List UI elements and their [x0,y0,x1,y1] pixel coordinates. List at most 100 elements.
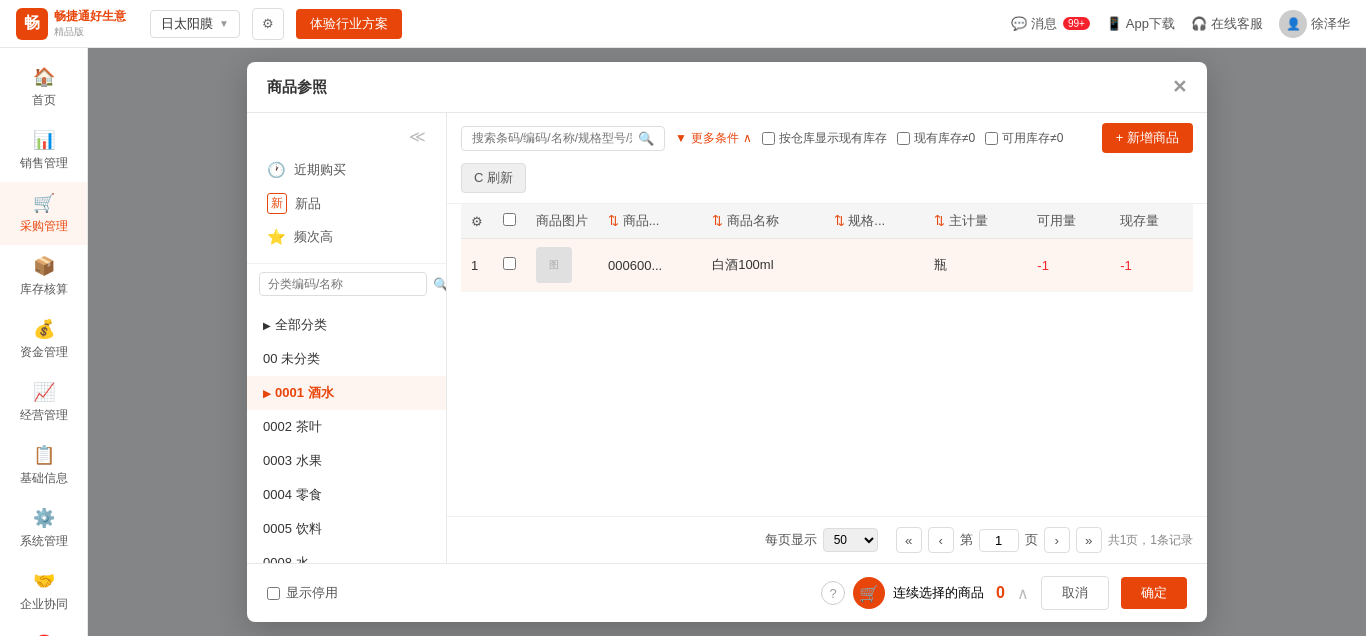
modal-close-button[interactable]: ✕ [1172,76,1187,98]
th-product-name[interactable]: ⇅ 商品名称 [702,204,824,239]
th-settings[interactable]: ⚙ [461,204,493,239]
gear-button[interactable]: ⚙ [252,8,284,40]
cancel-button[interactable]: 取消 [1041,576,1109,610]
th-available[interactable]: 可用量 [1027,204,1110,239]
cell-num: 1 [461,239,493,292]
cb-show-by-warehouse[interactable]: 按仓库显示现有库存 [762,130,887,147]
category-item-beverage[interactable]: 0005 饮料 [247,512,446,546]
table-row[interactable]: 1 图 000600... 白酒100ml [461,239,1193,292]
cb-available-not-zero[interactable]: 可用库存≠0 [985,130,1063,147]
experience-button[interactable]: 体验行业方案 [296,9,402,39]
show-disabled-label[interactable]: 显示停用 [267,584,338,602]
page-number-input[interactable] [979,529,1019,552]
cb-stock-not-zero-input[interactable] [897,132,910,145]
category-item-fruit[interactable]: 0003 水果 [247,444,446,478]
row-checkbox[interactable] [503,257,516,270]
confirm-button[interactable]: 确定 [1121,577,1187,609]
toolbar: 🔍 ▼ 更多条件 ∧ 按仓库显示现有库存 [447,113,1207,204]
category-item-liquor[interactable]: ▶ 0001 酒水 [247,376,446,410]
enterprise-icon: 🤝 [33,570,55,592]
next-page-button[interactable]: › [1044,527,1070,553]
sidebar-item-system[interactable]: ⚙️ 系统管理 [0,497,87,560]
cell-stock: -1 [1110,239,1193,292]
sidebar-item-home[interactable]: 🏠 首页 [0,56,87,119]
cell-name: 白酒100ml [702,239,824,292]
sidebar-item-finance[interactable]: 💰 资金管理 [0,308,87,371]
product-reference-modal: 商品参照 ✕ ≪ 🕐 近期购买 [247,62,1207,622]
category-search-icon[interactable]: 🔍 [433,277,447,292]
message-badge: 99+ [1063,17,1090,30]
cell-code: 000600... [598,239,702,292]
select-all-checkbox[interactable] [503,213,516,226]
sort-icon: ⇅ [608,213,619,228]
last-page-button[interactable]: » [1076,527,1102,553]
prev-page-button[interactable]: ‹ [928,527,954,553]
cb-show-by-warehouse-input[interactable] [762,132,775,145]
main-layout: 🏠 首页 📊 销售管理 🛒 采购管理 📦 库存核算 💰 资金管理 📈 经营管理 … [0,48,1366,636]
product-search-icon[interactable]: 🔍 [638,131,654,146]
collapse-left-panel-button[interactable]: ≪ [401,123,434,150]
more-filter-button[interactable]: ▼ 更多条件 ∧ [675,130,752,147]
sidebar-item-enterprise[interactable]: 🤝 企业协同 [0,560,87,623]
modal-body: ≪ 🕐 近期购买 新 新品 ⭐ [247,113,1207,563]
cart-area: ? 🛒 连续选择的商品 0 ∧ [821,577,1029,609]
cart-icon-button[interactable]: 🛒 [853,577,885,609]
category-item-water[interactable]: 0008 水 [247,546,446,563]
category-item-uncategorized[interactable]: 00 未分类 [247,342,446,376]
cart-icon: 🛒 [859,584,879,603]
product-search-input[interactable] [472,131,632,145]
first-page-button[interactable]: « [896,527,922,553]
product-thumbnail: 图 [536,247,572,283]
modal-overlay: 商品参照 ✕ ≪ 🕐 近期购买 [88,48,1366,636]
sidebar-item-sales[interactable]: 📊 销售管理 [0,119,87,182]
cb-stock-not-zero[interactable]: 现有库存≠0 [897,130,975,147]
sidebar-item-guide[interactable]: 🎯 新手引导 [0,623,87,636]
sidebar-item-inventory[interactable]: 📦 库存核算 [0,245,87,308]
chevron-down-icon: ▼ [219,18,229,29]
filter-icon: ▼ [675,131,687,145]
category-search-area: 🔍 [247,264,446,304]
modal-title: 商品参照 [267,78,327,97]
product-table-wrap: ⚙ 商品图片 ⇅ [447,204,1207,516]
quick-item-new[interactable]: 新 新品 [259,186,434,221]
th-product-code[interactable]: ⇅ 商品... [598,204,702,239]
sidebar-item-purchase[interactable]: 🛒 采购管理 [0,182,87,245]
cart-text: 连续选择的商品 [893,584,984,602]
help-button[interactable]: ? [821,581,845,605]
sort-icon-spec: ⇅ [834,213,845,228]
home-icon: 🏠 [33,66,55,88]
nav-right: 💬 消息 99+ 📱 App下载 🎧 在线客服 👤 徐泽华 [1011,10,1350,38]
refresh-button[interactable]: C 刷新 [461,163,526,193]
show-disabled-checkbox[interactable] [267,587,280,600]
nav-user[interactable]: 👤 徐泽华 [1279,10,1350,38]
top-nav: 畅 畅捷通好生意 精品版 日太阳膜 ▼ ⚙ 体验行业方案 💬 消息 99+ 📱 … [0,0,1366,48]
th-spec[interactable]: ⇅ 规格... [824,204,924,239]
quick-item-recent[interactable]: 🕐 近期购买 [259,154,434,186]
cart-count: 0 [996,584,1005,602]
add-product-button[interactable]: + 新增商品 [1102,123,1193,153]
category-item-snack[interactable]: 0004 零食 [247,478,446,512]
nav-customer-service[interactable]: 🎧 在线客服 [1191,15,1263,33]
cell-spec [824,239,924,292]
sidebar-item-operation[interactable]: 📈 经营管理 [0,371,87,434]
sidebar: 🏠 首页 📊 销售管理 🛒 采购管理 📦 库存核算 💰 资金管理 📈 经营管理 … [0,48,88,636]
sidebar-item-basic-info[interactable]: 📋 基础信息 [0,434,87,497]
product-table: ⚙ 商品图片 ⇅ [461,204,1193,292]
user-avatar: 👤 [1279,10,1307,38]
nav-messages[interactable]: 💬 消息 99+ [1011,15,1090,33]
nav-app-download[interactable]: 📱 App下载 [1106,15,1175,33]
th-unit[interactable]: ⇅ 主计量 [924,204,1027,239]
category-item-all[interactable]: ▶ 全部分类 [247,308,446,342]
frequent-icon: ⭐ [267,228,286,246]
category-search-input[interactable] [259,272,427,296]
purchase-icon: 🛒 [33,192,55,214]
nav-dropdown[interactable]: 日太阳膜 ▼ [150,10,240,38]
collapse-cart-icon[interactable]: ∧ [1017,584,1029,603]
cb-available-not-zero-input[interactable] [985,132,998,145]
quick-item-frequent[interactable]: ⭐ 频次高 [259,221,434,253]
th-image: 商品图片 [526,204,598,239]
expand-icon: ▶ [263,320,271,331]
page-size-select[interactable]: 10 20 50 100 [823,528,878,552]
th-checkbox [493,204,526,239]
category-item-tea[interactable]: 0002 茶叶 [247,410,446,444]
